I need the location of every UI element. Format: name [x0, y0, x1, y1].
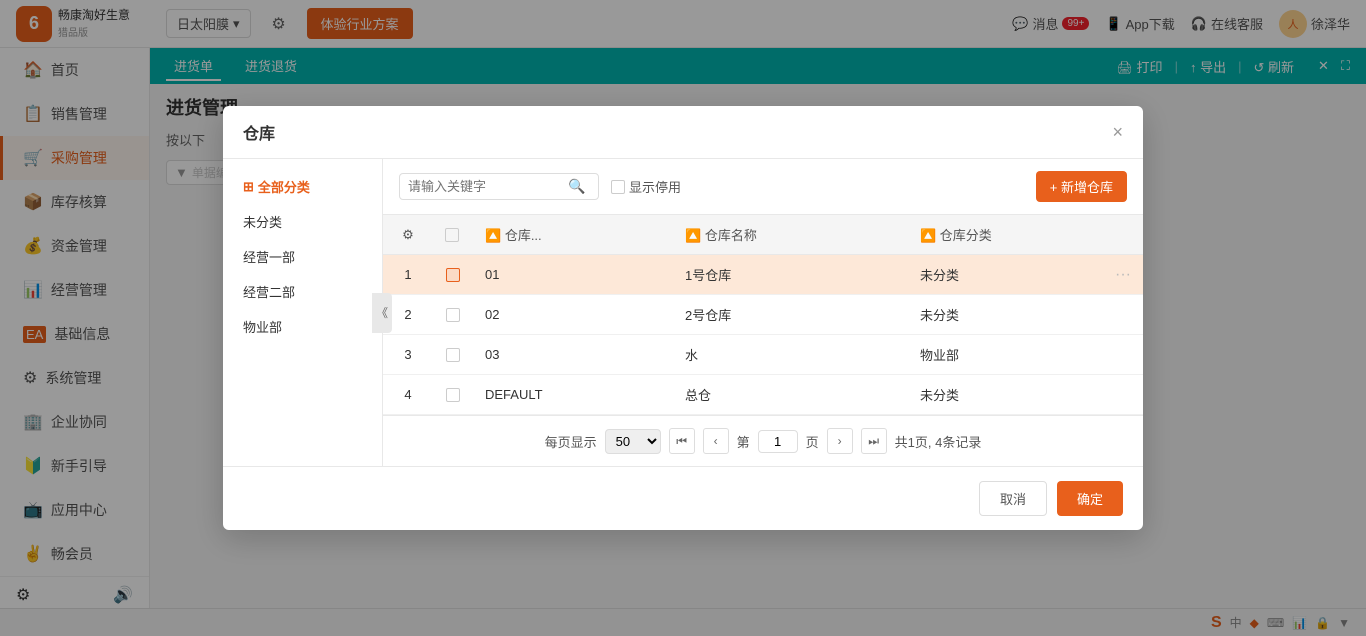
table-header: ⚙ 🔼 仓库... 🔼 [383, 215, 1143, 255]
row-name: 水 [673, 335, 908, 375]
row-checkbox[interactable] [433, 375, 473, 415]
row-num: 1 [383, 255, 433, 295]
pagination: 每页显示 50 20 100 ⏮ ‹ 第 页 › ⏭ 共1页, 4条记录 [383, 415, 1143, 466]
select-all-checkbox[interactable] [445, 228, 459, 242]
per-page-label: 每页显示 [545, 432, 597, 451]
row-code: 02 [473, 295, 673, 335]
cancel-button[interactable]: 取消 [979, 481, 1047, 516]
dialog-body: ⊞ 全部分类 未分类 经营一部 经营二部 物业部 《 [223, 159, 1143, 466]
table-row[interactable]: 1 01 1号仓库 未分类 ··· [383, 255, 1143, 295]
modal-overlay: 仓库 × ⊞ 全部分类 未分类 经营一部 经营二部 [0, 0, 1366, 636]
category-panel: ⊞ 全部分类 未分类 经营一部 经营二部 物业部 《 [223, 159, 383, 466]
category-item-unclassified[interactable]: 未分类 [223, 204, 382, 239]
category-item-property[interactable]: 物业部 [223, 309, 382, 344]
page-input[interactable] [758, 430, 798, 453]
warehouse-table: ⚙ 🔼 仓库... 🔼 [383, 215, 1143, 415]
dialog-header: 仓库 × [223, 106, 1143, 159]
confirm-button[interactable]: 确定 [1057, 481, 1123, 516]
row-actions[interactable]: ··· [1115, 266, 1131, 284]
dialog-title: 仓库 [243, 120, 275, 144]
last-page-btn[interactable]: ⏭ [861, 428, 887, 454]
row-name: 1号仓库 [673, 255, 908, 295]
prev-page-btn[interactable]: ‹ [703, 428, 729, 454]
row-category: 未分类 ··· [908, 255, 1143, 294]
row-name: 总仓 [673, 375, 908, 415]
search-box: 🔍 [399, 173, 599, 200]
row-num: 3 [383, 335, 433, 375]
table-row[interactable]: 2 02 2号仓库 未分类 [383, 295, 1143, 335]
grid-icon: ⊞ [243, 179, 254, 195]
category-all[interactable]: ⊞ 全部分类 [223, 169, 382, 204]
th-code: 🔼 仓库... [473, 215, 673, 255]
th-checkbox [433, 215, 473, 255]
category-item-ops2[interactable]: 经营二部 [223, 274, 382, 309]
row-code: DEFAULT [473, 375, 673, 415]
search-icon[interactable]: 🔍 [568, 178, 585, 195]
row-category: 物业部 [908, 335, 1143, 374]
table-row[interactable]: 4 DEFAULT 总仓 未分类 [383, 375, 1143, 415]
total-info: 共1页, 4条记录 [895, 432, 982, 451]
table-toolbar: 🔍 显示停用 + 新增仓库 [383, 159, 1143, 215]
add-warehouse-button[interactable]: + 新增仓库 [1036, 171, 1127, 202]
th-name: 🔼 仓库名称 [673, 215, 908, 255]
page-label: 第 [737, 432, 750, 451]
th-gear: ⚙ [383, 215, 433, 255]
per-page-select[interactable]: 50 20 100 [605, 429, 661, 454]
next-page-btn[interactable]: › [827, 428, 853, 454]
row-checkbox[interactable] [433, 295, 473, 335]
table-panel: 🔍 显示停用 + 新增仓库 [383, 159, 1143, 466]
table-body: 1 01 1号仓库 未分类 ··· 2 02 2号仓库 未分类 3 03 水 物… [383, 255, 1143, 415]
th-category: 🔼 仓库分类 [908, 215, 1143, 255]
page-suffix: 页 [806, 432, 819, 451]
row-name: 2号仓库 [673, 295, 908, 335]
row-checkbox[interactable] [433, 335, 473, 375]
first-page-btn[interactable]: ⏮ [669, 428, 695, 454]
table-row[interactable]: 3 03 水 物业部 [383, 335, 1143, 375]
row-code: 03 [473, 335, 673, 375]
row-num: 4 [383, 375, 433, 415]
dialog-close-button[interactable]: × [1112, 122, 1123, 143]
category-item-ops1[interactable]: 经营一部 [223, 239, 382, 274]
collapse-panel-button[interactable]: 《 [372, 293, 392, 333]
toolbar-left: 🔍 显示停用 [399, 173, 681, 200]
row-code: 01 [473, 255, 673, 295]
warehouse-dialog: 仓库 × ⊞ 全部分类 未分类 经营一部 经营二部 [223, 106, 1143, 530]
row-category: 未分类 [908, 295, 1143, 334]
dialog-footer: 取消 确定 [223, 466, 1143, 530]
row-checkbox[interactable] [433, 255, 473, 295]
show-disabled-checkbox[interactable] [611, 180, 625, 194]
show-disabled-label[interactable]: 显示停用 [611, 177, 681, 196]
row-category: 未分类 [908, 375, 1143, 414]
search-input[interactable] [408, 179, 568, 194]
gear-icon[interactable]: ⚙ [402, 227, 414, 242]
data-table: ⚙ 🔼 仓库... 🔼 [383, 215, 1143, 415]
